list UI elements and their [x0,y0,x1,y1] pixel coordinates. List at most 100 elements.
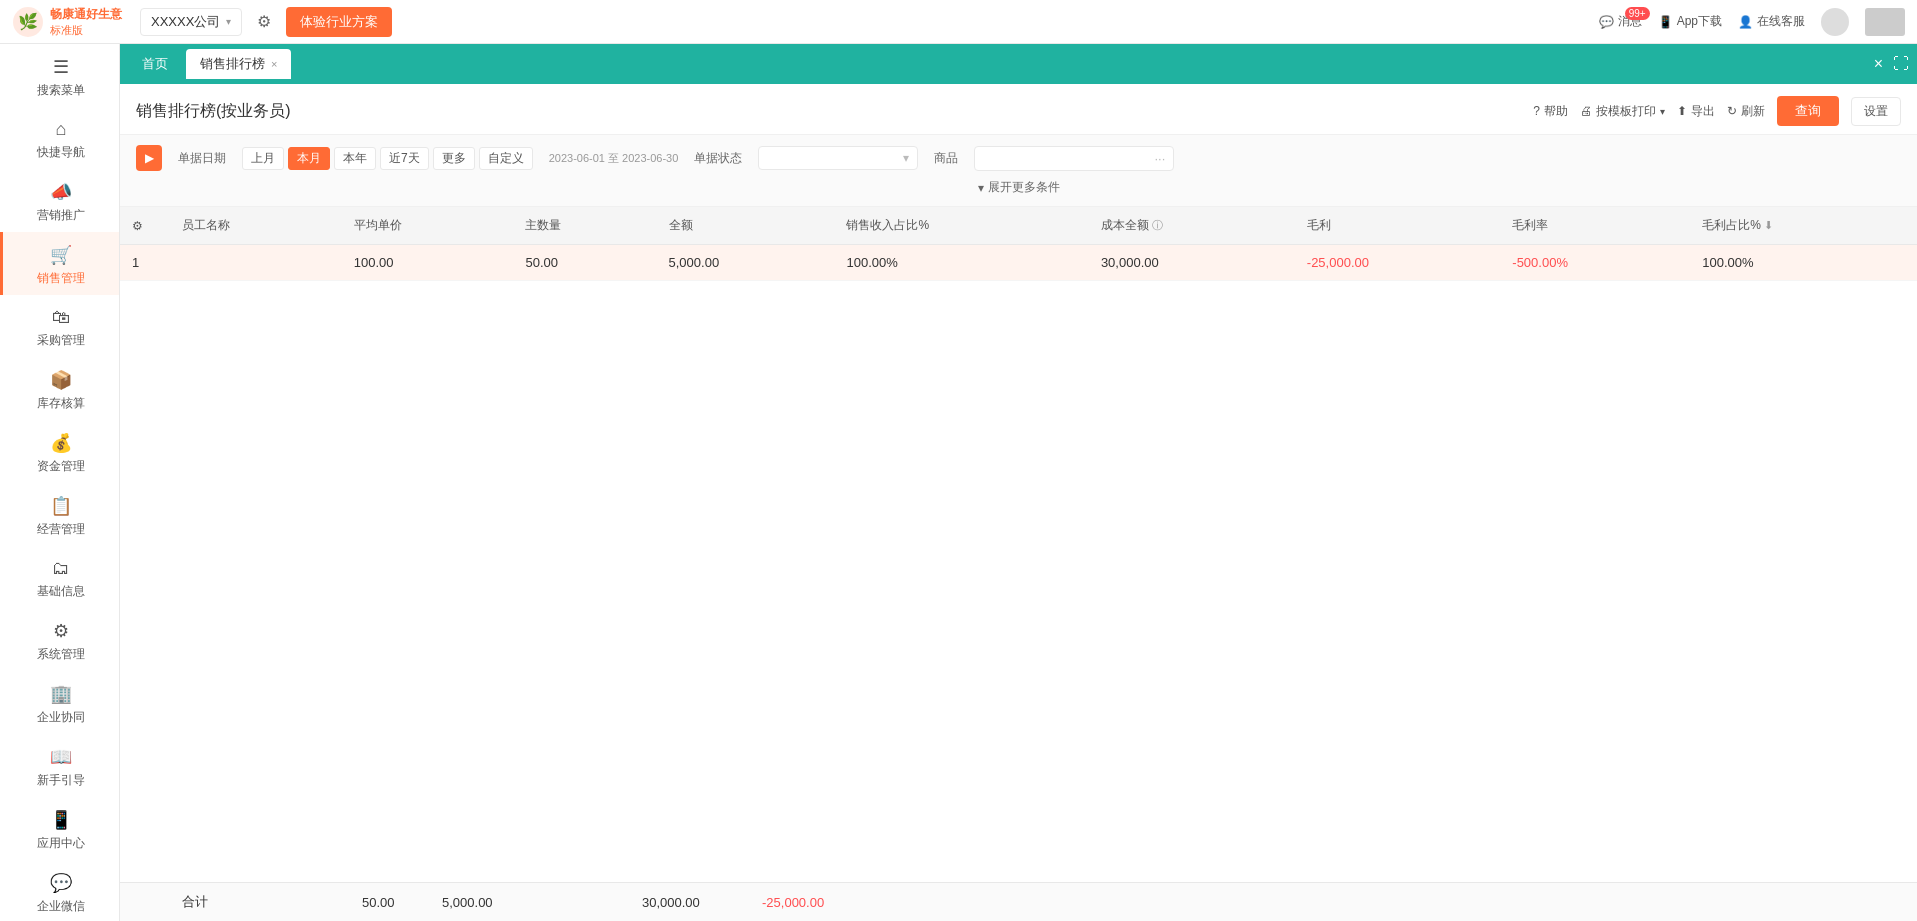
page-content: 销售排行榜(按业务员) ? 帮助 🖨 按模板打印 ▾ ⬆ 导出 [120,84,1917,921]
sidebar-label-app-center: 应用中心 [37,835,85,852]
date-btn-more[interactable]: 更多 [433,147,475,170]
sidebar-item-operations[interactable]: 📋 经营管理 [0,483,119,546]
query-button[interactable]: 查询 [1777,96,1839,126]
sidebar-item-sales[interactable]: 🛒 销售管理 [0,232,119,295]
refresh-icon: ↻ [1727,104,1737,118]
export-button[interactable]: ⬆ 导出 [1677,103,1715,120]
weixin-icon: 💬 [50,872,72,894]
export-label: 导出 [1691,103,1715,120]
date-range-text: 2023-06-01 至 2023-06-30 [549,151,679,166]
inventory-icon: 📦 [50,369,72,391]
company-selector[interactable]: XXXXX公司 ▾ [140,8,242,36]
goods-input[interactable]: ··· [974,146,1174,171]
col-sales-pct: 销售收入占比% [834,207,1088,245]
col-profit-pct: 毛利占比% ⬇ [1690,207,1917,245]
date-btn-this-month[interactable]: 本月 [288,147,330,170]
tab-home[interactable]: 首页 [128,49,182,79]
cell-sales-pct: 100.00% [834,245,1088,281]
sidebar-item-enterprise[interactable]: 🏢 企业协同 [0,671,119,734]
table-footer: 合计 50.00 5,000.00 30,000.00 -25,000.00 [120,882,1917,921]
col-amount: 全额 [657,207,835,245]
cell-amount: 5,000.00 [657,245,835,281]
sidebar-item-weixin[interactable]: 💬 企业微信 [0,860,119,921]
page-header: 销售排行榜(按业务员) ? 帮助 🖨 按模板打印 ▾ ⬆ 导出 [120,84,1917,135]
status-select[interactable]: ▾ [758,146,918,170]
logo-icon: 🌿 [12,6,44,38]
tab-sales-ranking[interactable]: 销售排行榜 × [186,49,291,79]
sidebar-label-marketing: 营销推广 [37,207,85,224]
cell-name [170,245,342,281]
base-info-icon: 🗂 [52,558,70,579]
date-btn-last-month[interactable]: 上月 [242,147,284,170]
date-btn-this-year[interactable]: 本年 [334,147,376,170]
table-settings-icon[interactable]: ⚙ [132,219,143,233]
expand-filter-button[interactable]: ▾ 展开更多条件 [136,179,1901,196]
table-row: 1 100.00 50.00 5,000.00 100.00% 30,000.0… [120,245,1917,281]
tab-close-icon[interactable]: × [271,58,277,70]
home-icon: ⌂ [56,119,67,140]
sidebar-item-search[interactable]: ☰ 搜索菜单 [0,44,119,107]
date-btn-custom[interactable]: 自定义 [479,147,533,170]
expand-icon: ▾ [978,181,984,195]
sidebar-item-quick-nav[interactable]: ⌂ 快捷导航 [0,107,119,169]
toggle-arrow[interactable]: ▶ [136,145,162,171]
goods-filter-label: 商品 [934,150,958,167]
print-icon: 🖨 [1580,104,1592,118]
content-area: 首页 销售排行榜 × × ⛶ 销售排行榜(按业务员) ? 帮助 [120,44,1917,921]
status-filter-label: 单据状态 [694,150,742,167]
user-name [1865,8,1905,36]
help-label: 帮助 [1544,103,1568,120]
profit-pct-sort-icon: ⬇ [1764,219,1773,231]
sidebar-item-guide[interactable]: 📖 新手引导 [0,734,119,797]
cost-info-icon: ⓘ [1152,219,1163,231]
print-button[interactable]: 🖨 按模板打印 ▾ [1580,103,1665,120]
sidebar-label-base-info: 基础信息 [37,583,85,600]
tab-close-window-icon[interactable]: × [1874,55,1883,73]
logo-area: 🌿 畅康通好生意 标准版 [12,6,132,38]
col-name: 员工名称 [170,207,342,245]
main-layout: ☰ 搜索菜单 ⌂ 快捷导航 📣 营销推广 🛒 销售管理 🛍 采购管理 📦 库存核… [0,44,1917,921]
help-button[interactable]: ? 帮助 [1533,103,1568,120]
online-service-button[interactable]: 👤 在线客服 [1738,13,1805,30]
cell-qty: 50.00 [513,245,656,281]
sidebar-item-base-info[interactable]: 🗂 基础信息 [0,546,119,608]
sidebar-item-marketing[interactable]: 📣 营销推广 [0,169,119,232]
sidebar-label-quick-nav: 快捷导航 [37,144,85,161]
message-badge: 99+ [1625,7,1650,20]
sidebar-label-search: 搜索菜单 [37,82,85,99]
tab-restore-icon[interactable]: ⛶ [1893,55,1909,73]
sidebar-item-purchase[interactable]: 🛍 采购管理 [0,295,119,357]
print-label: 按模板打印 [1596,103,1656,120]
page-header-actions: ? 帮助 🖨 按模板打印 ▾ ⬆ 导出 ↻ 刷新 [1533,96,1901,126]
sidebar-item-app-center[interactable]: 📱 应用中心 [0,797,119,860]
message-button[interactable]: 💬 消息 99+ [1599,13,1642,30]
tab-bar-actions: × ⛶ [1874,55,1909,73]
data-table: ⚙ 员工名称 平均单价 主数量 全额 销售收入占比% 成本全额 ⓘ 毛利 毛利率 [120,207,1917,281]
service-icon: 👤 [1738,15,1753,29]
refresh-label: 刷新 [1741,103,1765,120]
cell-avg-price: 100.00 [342,245,514,281]
table-header: ⚙ 员工名称 平均单价 主数量 全额 销售收入占比% 成本全额 ⓘ 毛利 毛利率 [120,207,1917,245]
date-btn-7days[interactable]: 近7天 [380,147,429,170]
message-icon: 💬 [1599,15,1614,29]
cell-profit-pct: 100.00% [1690,245,1917,281]
sidebar-item-inventory[interactable]: 📦 库存核算 [0,357,119,420]
sidebar-item-system[interactable]: ⚙ 系统管理 [0,608,119,671]
col-profit-rate: 毛利率 [1500,207,1690,245]
trial-button[interactable]: 体验行业方案 [286,7,392,37]
refresh-button[interactable]: ↻ 刷新 [1727,103,1765,120]
topbar-settings-button[interactable]: ⚙ [250,8,278,36]
col-settings: ⚙ [120,207,170,245]
sidebar-label-inventory: 库存核算 [37,395,85,412]
sidebar-label-sales: 销售管理 [37,270,85,287]
col-avg-price: 平均单价 [342,207,514,245]
avatar[interactable] [1821,8,1849,36]
print-dropdown-icon: ▾ [1660,106,1665,117]
system-icon: ⚙ [53,620,69,642]
sidebar-item-finance[interactable]: 💰 资金管理 [0,420,119,483]
app-download-button[interactable]: 📱 App下载 [1658,13,1722,30]
app-center-icon: 📱 [50,809,72,831]
top-bar: 🌿 畅康通好生意 标准版 XXXXX公司 ▾ ⚙ 体验行业方案 💬 消息 99+… [0,0,1917,44]
settings-button[interactable]: 设置 [1851,97,1901,126]
topbar-right: 💬 消息 99+ 📱 App下载 👤 在线客服 [1599,8,1905,36]
